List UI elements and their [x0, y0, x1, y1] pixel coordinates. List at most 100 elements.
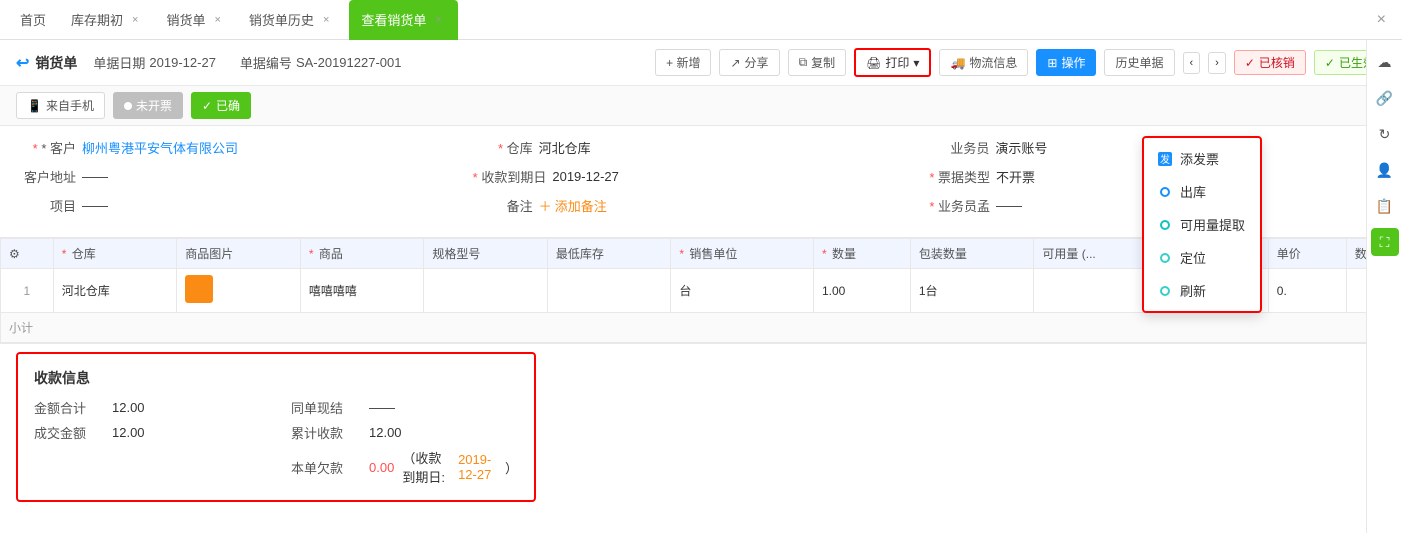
- col-settings[interactable]: ⚙: [1, 239, 54, 269]
- link-icon[interactable]: 🔗: [1371, 84, 1399, 112]
- col-spec: 规格型号: [424, 239, 548, 269]
- note-field: 备注 ＋ 添加备注: [473, 196, 930, 215]
- outbound-item[interactable]: 出库: [1144, 175, 1260, 208]
- tab-home[interactable]: 首页: [8, 0, 59, 40]
- col-warehouse: * 仓库: [53, 239, 177, 269]
- row-spec: [424, 269, 548, 313]
- refresh-side-icon[interactable]: ↻: [1371, 120, 1399, 148]
- subtotal-row: 小计: [1, 313, 1402, 343]
- add-invoice-item[interactable]: 发 添发票: [1144, 142, 1260, 175]
- expand-icon[interactable]: ⛶: [1371, 228, 1399, 256]
- share-button[interactable]: ↗ 分享: [719, 49, 779, 76]
- doc-icon: ↩: [16, 53, 29, 73]
- row-product: 嘻嘻嘻嘻: [300, 269, 424, 313]
- customer-field: * * 客户 柳州粤港平安气体有限公司: [16, 138, 473, 157]
- customer-value[interactable]: 柳州粤港平安气体有限公司: [82, 138, 238, 157]
- warehouse-value: 河北仓库: [539, 138, 591, 157]
- tab-inventory[interactable]: 库存期初 ×: [59, 0, 154, 40]
- total-row: 金额合计 12.00: [34, 398, 261, 417]
- add-invoice-icon: 发: [1158, 152, 1172, 166]
- tab-view-sales[interactable]: 查看销货单 ×: [349, 0, 457, 40]
- arrear-value: 0.00: [369, 460, 394, 475]
- prev-record[interactable]: ‹: [1183, 52, 1201, 74]
- user-icon[interactable]: 👤: [1371, 156, 1399, 184]
- due-date-field: * 收款到期日 2019-12-27: [473, 167, 930, 186]
- operate-dropdown: 发 添发票 出库 可用量提取 定位 刷新: [1142, 136, 1262, 313]
- project-field: 项目 ——: [16, 196, 473, 215]
- code-label: 单据编号 SA-20191227-001: [240, 53, 402, 72]
- doc-meta: 单据日期 2019-12-27 单据编号 SA-20191227-001: [93, 53, 639, 72]
- project-value: ——: [82, 198, 108, 213]
- check-icon: ✓: [1245, 56, 1255, 70]
- grid-icon: ⊞: [1047, 56, 1057, 70]
- check-confirm-icon: ✓: [202, 99, 212, 113]
- close-all-tabs[interactable]: ×: [1369, 7, 1394, 33]
- history-button[interactable]: 历史单据: [1104, 49, 1174, 76]
- total-value: 12.00: [112, 400, 145, 415]
- add-invoice-label: 添发票: [1180, 149, 1219, 168]
- main-content: ↩ 销货单 单据日期 2019-12-27 单据编号 SA-20191227-0…: [0, 40, 1402, 533]
- from-phone-button[interactable]: 📱 来自手机: [16, 92, 105, 119]
- row-min-stock: [547, 269, 671, 313]
- copy-icon: ⧉: [799, 55, 808, 70]
- col-quantity: * 数量: [813, 239, 910, 269]
- close-sales-tab[interactable]: ×: [211, 13, 223, 27]
- check-icon-2: ✓: [1325, 56, 1335, 70]
- total-label: 金额合计: [34, 398, 104, 417]
- address-field: 客户地址 ——: [16, 167, 473, 186]
- doc-actions: + 新增 ↗ 分享 ⧉ 复制 🖨 打印 ▾ 🚚 物流信息 ⊞ 操作: [655, 48, 1386, 77]
- col-pkg-qty: 包装数量: [910, 239, 1034, 269]
- copy-button[interactable]: ⧉ 复制: [788, 49, 847, 76]
- due-date-value: 2019-12-27: [552, 169, 619, 184]
- row-unit: 台: [671, 269, 814, 313]
- same-order-label: 同单现结: [291, 398, 361, 417]
- arrear-row: 本单欠款 0.00 （收款到期日: 2019-12-27 ）: [291, 448, 518, 486]
- phone-icon: 📱: [27, 99, 42, 113]
- logistics-button[interactable]: 🚚 物流信息: [939, 49, 1028, 76]
- invoice-label: * 票据类型: [929, 167, 990, 186]
- col-product: * 商品: [300, 239, 424, 269]
- confirm-button[interactable]: ✓ 已确: [191, 92, 251, 119]
- row-pkg-qty: 1台: [910, 269, 1034, 313]
- doc-header: ↩ 销货单 单据日期 2019-12-27 单据编号 SA-20191227-0…: [0, 40, 1402, 86]
- close-inventory-tab[interactable]: ×: [129, 13, 141, 27]
- refresh-item[interactable]: 刷新: [1144, 274, 1260, 307]
- not-open-button[interactable]: 未开票: [113, 92, 183, 119]
- staff-value: 演示账号: [995, 138, 1047, 157]
- cumulative-value: 12.00: [369, 425, 402, 440]
- locate-label: 定位: [1180, 248, 1206, 267]
- tab-sales-history[interactable]: 销货单历史 ×: [237, 0, 345, 40]
- row-warehouse: 河北仓库: [53, 269, 177, 313]
- close-view-sales-tab[interactable]: ×: [432, 13, 444, 27]
- print-button[interactable]: 🖨 打印 ▾: [854, 48, 931, 77]
- share-icon: ↗: [730, 56, 740, 70]
- invoice-value: 不开票: [996, 167, 1035, 186]
- date-label: 单据日期 2019-12-27: [93, 53, 216, 72]
- staff-name-label: * 业务员孟: [929, 196, 990, 215]
- tab-sales[interactable]: 销货单 ×: [154, 0, 236, 40]
- due-date-label: * 收款到期日: [473, 167, 547, 186]
- arrear-end: ）: [505, 458, 518, 477]
- tab-bar: 首页 库存期初 × 销货单 × 销货单历史 × 查看销货单 × ×: [0, 0, 1402, 40]
- available-extract-item[interactable]: 可用量提取: [1144, 208, 1260, 241]
- subtotal-label: 小计: [1, 313, 1402, 343]
- next-record[interactable]: ›: [1208, 52, 1226, 74]
- deal-label: 成交金额: [34, 423, 104, 442]
- payment-grid: 金额合计 12.00 同单现结 —— 成交金额 12.00 累计收款 12.00…: [34, 398, 518, 486]
- address-label: 客户地址: [16, 167, 76, 186]
- print-icon: 🖨: [866, 56, 881, 70]
- available-label: 可用量提取: [1180, 215, 1245, 234]
- clipboard-icon[interactable]: 📋: [1371, 192, 1399, 220]
- address-value: ——: [82, 169, 108, 184]
- locate-item[interactable]: 定位: [1144, 241, 1260, 274]
- new-button[interactable]: + 新增: [655, 49, 711, 76]
- outbound-label: 出库: [1180, 182, 1206, 201]
- close-history-tab[interactable]: ×: [320, 13, 332, 27]
- cancel-badge[interactable]: ✓ 已核销: [1234, 50, 1306, 75]
- doc-title: 销货单: [35, 53, 77, 73]
- add-note-button[interactable]: ＋ 添加备注: [539, 196, 607, 215]
- plus-icon: ＋: [539, 196, 552, 215]
- note-label: 备注: [473, 196, 533, 215]
- cloud-icon[interactable]: ☁: [1371, 48, 1399, 76]
- operate-button[interactable]: ⊞ 操作: [1036, 49, 1096, 76]
